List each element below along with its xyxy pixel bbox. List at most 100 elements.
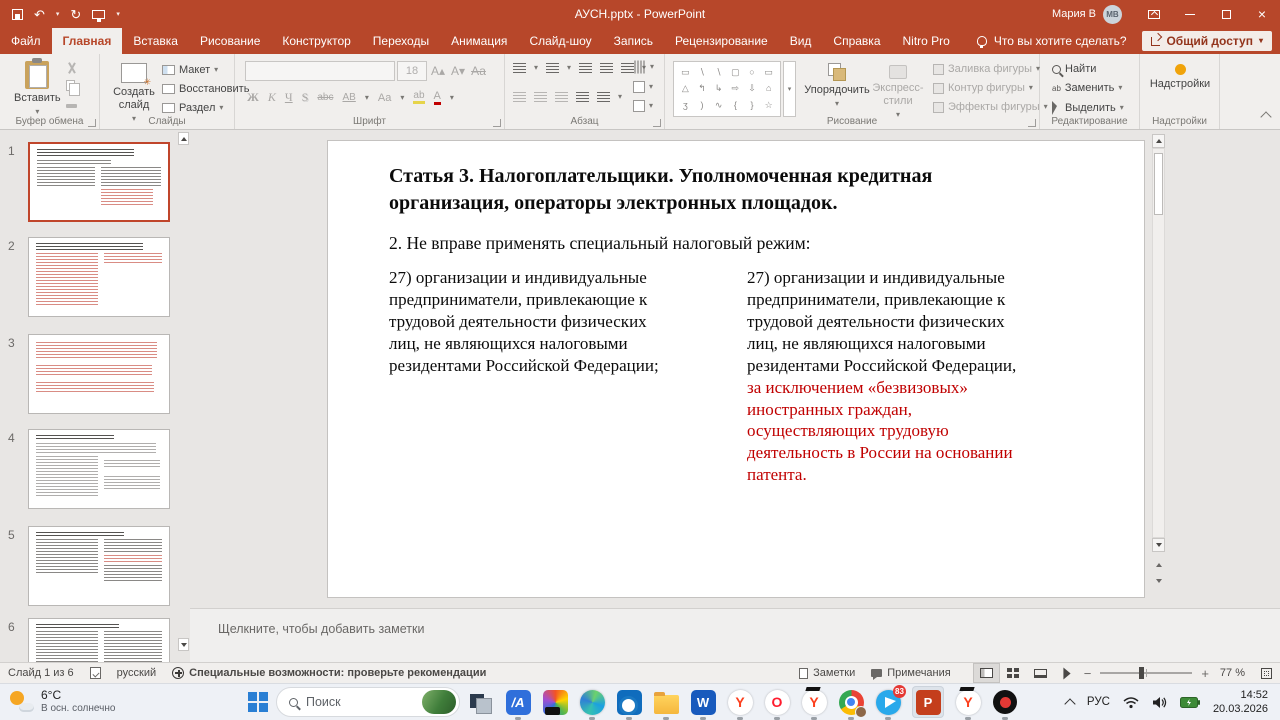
language-button[interactable]: русский (109, 663, 164, 683)
quick-styles-button[interactable]: Экспресс-стили ▾ (869, 63, 927, 119)
star-shape-icon[interactable]: ☆ (765, 101, 773, 110)
tell-me-box[interactable]: Что вы хотите сделать? (976, 28, 1127, 54)
addins-button[interactable]: Надстройки (1150, 64, 1210, 91)
spellcheck-button[interactable] (82, 663, 109, 683)
zoom-slider-thumb[interactable] (1138, 667, 1144, 679)
layout-button[interactable]: Макет ▾ (162, 64, 218, 76)
align-left-icon[interactable] (513, 92, 526, 102)
clipboard-dialog-launcher-icon[interactable] (88, 119, 96, 127)
select-button[interactable]: Выделить ▾ (1052, 101, 1124, 115)
oval-shape-icon[interactable]: ○ (749, 67, 754, 77)
arrow-shape-icon[interactable]: ∖ (716, 67, 722, 77)
slide-scrollbar[interactable] (1152, 134, 1165, 604)
notes-placeholder[interactable]: Щелкните, чтобы добавить заметки (218, 622, 424, 636)
thumbnail-scroll-down-icon[interactable] (178, 638, 189, 651)
user-name[interactable]: Мария В (1052, 8, 1096, 20)
text-direction-icon[interactable] (634, 60, 645, 74)
character-spacing-button[interactable]: АВ (342, 92, 355, 103)
telegram-button[interactable]: 83 (875, 685, 906, 720)
tab-draw[interactable]: Рисование (189, 28, 271, 54)
font-size-combobox[interactable]: 18 (397, 61, 427, 81)
tray-chevron-up-icon[interactable] (1064, 697, 1076, 710)
zoom-slider[interactable] (1100, 667, 1193, 679)
share-button[interactable]: Общий доступ ▾ (1142, 31, 1272, 51)
scroll-down-icon[interactable] (1152, 538, 1165, 552)
freeform-shape-icon[interactable]: ʒ (683, 101, 688, 110)
text-shadow-button[interactable]: S (302, 90, 309, 105)
start-slideshow-icon[interactable] (92, 9, 106, 22)
rounded-rect-shape-icon[interactable]: ▭ (764, 67, 773, 77)
weather-widget[interactable]: 6°C В осн. солнечно (0, 688, 240, 716)
keyboard-language[interactable]: РУС (1087, 696, 1110, 708)
zoom-in-button[interactable]: + (1198, 666, 1212, 681)
curve-shape-icon[interactable]: ∿ (715, 101, 723, 110)
square-shape-icon[interactable]: ▢ (731, 67, 740, 77)
restore-button[interactable] (1208, 0, 1244, 28)
yandex-edu-button[interactable]: Y (801, 687, 827, 720)
tab-view[interactable]: Вид (779, 28, 823, 54)
next-slide-icon[interactable] (1152, 574, 1165, 588)
scrollbar-track[interactable] (1152, 148, 1165, 538)
yandex-browser-button[interactable]: Y (727, 689, 753, 720)
powerpoint-button[interactable]: P (912, 686, 944, 718)
task-view-button[interactable] (468, 689, 494, 715)
wifi-icon[interactable] (1123, 696, 1139, 709)
slide-counter[interactable]: Слайд 1 из 6 (0, 663, 82, 683)
slide-intro-text[interactable]: 2. Не вправе применять специальный налог… (389, 233, 811, 254)
clear-formatting-button[interactable]: Аа (469, 64, 488, 78)
thumbnail-scroll-up-icon[interactable] (178, 132, 189, 145)
notes-pane[interactable]: Щелкните, чтобы добавить заметки (190, 608, 1280, 662)
slideshow-view-button[interactable] (1054, 663, 1081, 683)
right-brace-shape-icon[interactable]: } (750, 101, 753, 110)
customize-qat-icon[interactable]: ▾ (116, 10, 120, 18)
line-shape-icon[interactable]: ∖ (699, 67, 705, 77)
strikethrough-button[interactable]: abc (317, 92, 333, 103)
arrange-button[interactable]: Упорядочить ▾ (804, 63, 870, 108)
avatar[interactable]: МВ (1103, 4, 1122, 24)
numbering-icon[interactable] (546, 63, 560, 73)
increase-indent-icon[interactable] (600, 63, 614, 73)
align-text-icon[interactable] (633, 81, 645, 93)
cut-button[interactable] (66, 62, 78, 74)
italic-button[interactable]: К (268, 90, 276, 105)
elbow-connector-icon[interactable]: ↰ (698, 84, 706, 93)
start-button[interactable] (248, 692, 268, 712)
slide-canvas[interactable]: Статья 3. Налогоплательщики. Уполномочен… (327, 140, 1145, 598)
clock[interactable]: 14:52 20.03.2026 (1213, 688, 1268, 717)
rectangle-shape-icon[interactable]: ▭ (681, 67, 690, 77)
justify-icon[interactable] (576, 92, 589, 102)
recorder-button[interactable] (992, 689, 1018, 720)
shapes-gallery[interactable]: ▭ ∖ ∖ ▢ ○ ▭ △ ↰ ↳ ⇨ ⇩ ⌂ ʒ) ∿ {} ☆ (673, 61, 781, 117)
tab-transitions[interactable]: Переходы (362, 28, 440, 54)
increase-font-size-button[interactable]: А▴ (429, 64, 447, 78)
edge-button[interactable] (579, 689, 605, 720)
copy-button[interactable] (66, 80, 80, 96)
find-button[interactable]: Найти (1052, 63, 1096, 75)
tab-review[interactable]: Рецензирование (664, 28, 779, 54)
shapes-gallery-more-button[interactable]: ▾ (783, 61, 796, 117)
paste-button[interactable]: Вставить ▾ (14, 58, 61, 116)
word-button[interactable]: W (690, 689, 716, 720)
slide-left-column[interactable]: 27) организации и индивидуальные предпри… (389, 267, 659, 377)
file-explorer-button[interactable] (653, 689, 679, 720)
align-right-icon[interactable] (555, 92, 568, 102)
align-center-icon[interactable] (534, 92, 547, 102)
tab-nitro-pro[interactable]: Nitro Pro (892, 28, 961, 54)
shape-outline-button[interactable]: Контур фигуры ▾ (933, 82, 1033, 94)
close-button[interactable]: × (1244, 0, 1280, 28)
slide-title-textbox[interactable]: Статья 3. Налогоплательщики. Уполномочен… (389, 163, 932, 217)
new-slide-button[interactable]: Создать слайд ▾ (108, 63, 160, 123)
tab-file[interactable]: Файл (0, 28, 52, 54)
undo-dropdown-icon[interactable]: ▾ (56, 10, 60, 18)
bold-button[interactable]: Ж (247, 90, 259, 105)
arc-shape-icon[interactable]: ) (700, 101, 703, 110)
collapse-ribbon-icon[interactable] (1260, 111, 1272, 123)
elbow-arrow-icon[interactable]: ↳ (715, 84, 723, 93)
chrome-button[interactable] (838, 689, 867, 720)
drawing-dialog-launcher-icon[interactable] (1028, 119, 1036, 127)
columns-icon[interactable] (597, 92, 610, 102)
triangle-shape-icon[interactable]: △ (682, 84, 689, 93)
fit-to-window-button[interactable] (1253, 663, 1280, 683)
yandex-edu2-button[interactable]: Y (955, 687, 981, 720)
decrease-indent-icon[interactable] (579, 63, 593, 73)
